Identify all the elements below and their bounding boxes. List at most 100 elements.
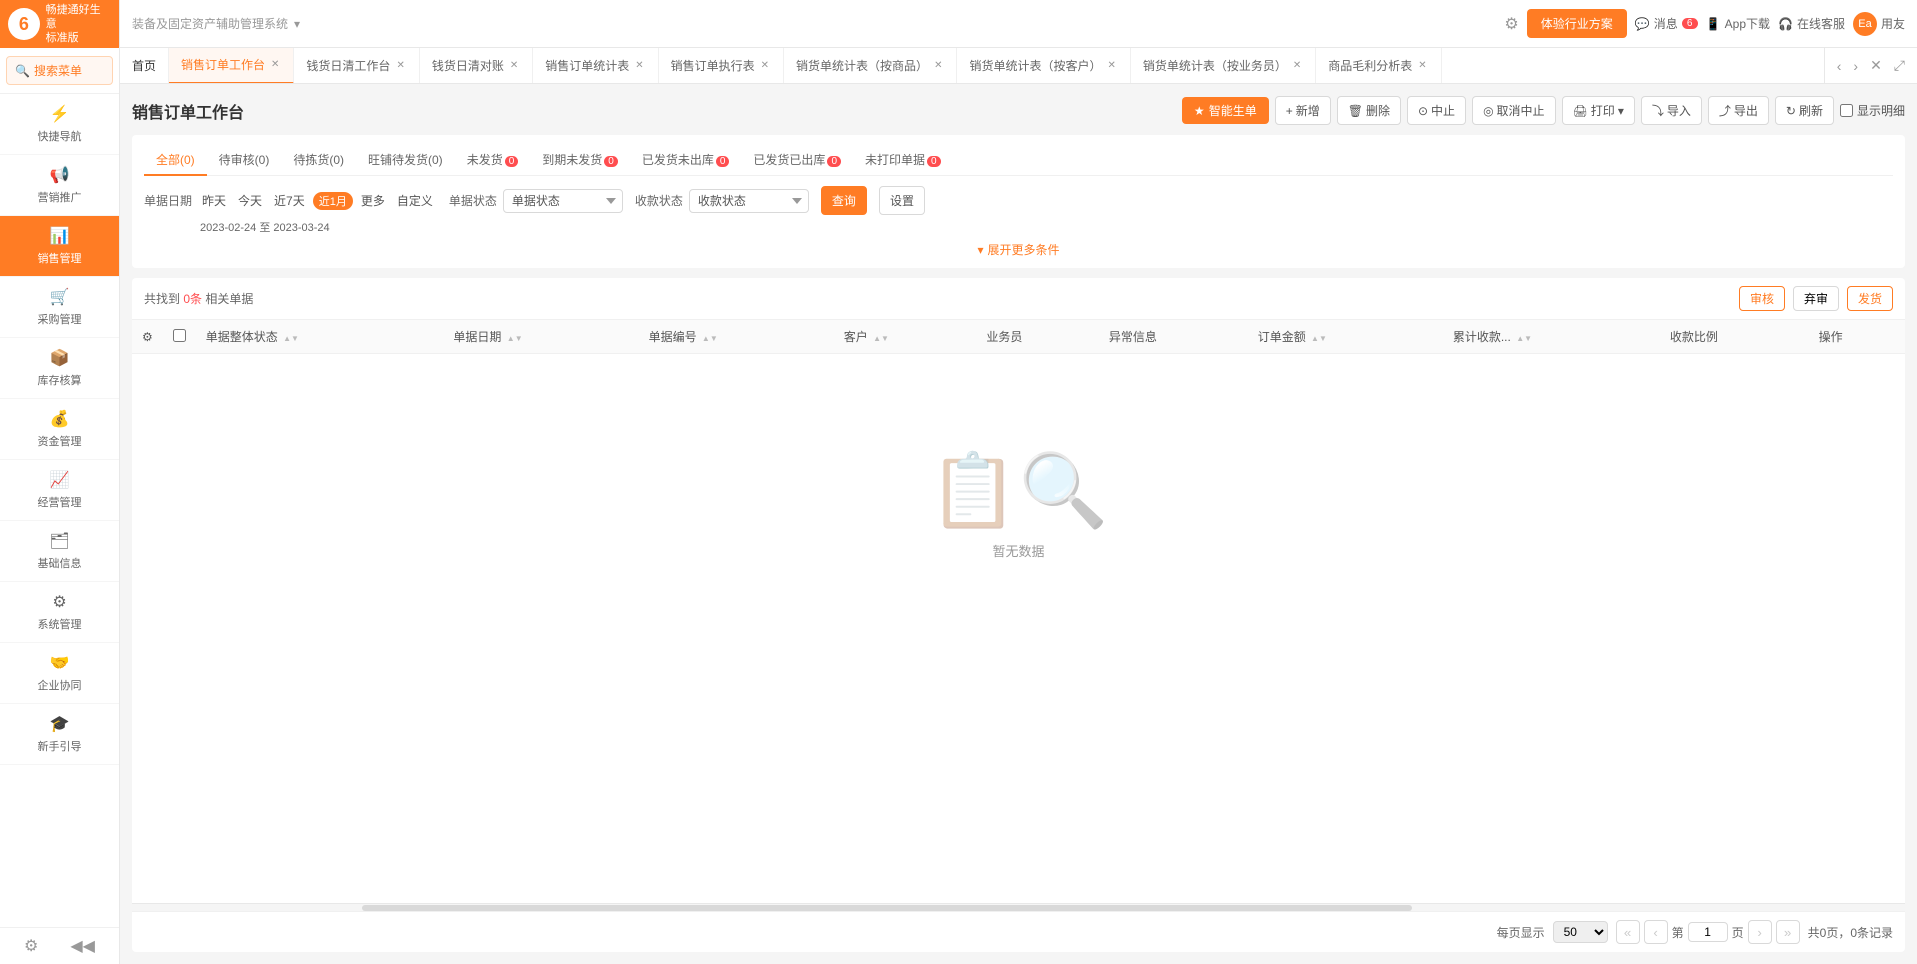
sidebar-item-operation[interactable]: 📈 经营管理	[0, 460, 119, 521]
sort-collected-icon[interactable]: ▲▼	[1516, 335, 1532, 343]
page-prev-btn[interactable]: ‹	[1644, 920, 1668, 944]
cancel-suspend-button[interactable]: ◎ 取消中止	[1472, 96, 1556, 125]
page-next-btn[interactable]: ›	[1748, 920, 1772, 944]
suspend-button[interactable]: ⊙ 中止	[1407, 96, 1466, 125]
sales-icon: 📊	[50, 226, 70, 246]
tab-sales-exec[interactable]: 销售订单执行表 ✕	[659, 48, 784, 84]
date-btn-today[interactable]: 今天	[234, 190, 266, 211]
filter-tab-overdue-ship[interactable]: 到期未发货0	[530, 145, 630, 176]
filter-tab-pending-audit[interactable]: 待审核(0)	[207, 145, 282, 176]
tab-close-cash-reconcile[interactable]: ✕	[508, 58, 520, 73]
tab-close-sales-workbench[interactable]: ✕	[269, 57, 281, 72]
sidebar-item-basic[interactable]: 🗂 基础信息	[0, 521, 119, 582]
filter-tab-not-printed[interactable]: 未打印单据0	[853, 145, 953, 176]
date-btn-7days[interactable]: 近7天	[270, 190, 309, 211]
tab-sales-summary-product[interactable]: 销货单统计表（按商品） ✕	[784, 48, 957, 84]
settings-button[interactable]: 设置	[879, 186, 925, 215]
smart-order-button[interactable]: ★ 智能生单	[1182, 97, 1269, 124]
settings-bottom-icon[interactable]: ⚙	[24, 936, 38, 956]
filter-tab-unshipped[interactable]: 未发货0	[455, 145, 531, 176]
logo-text: 畅捷通好生意 标准版	[46, 3, 111, 46]
expand-more-btn[interactable]: ▾ 展开更多条件	[144, 241, 1893, 258]
tab-close-all-icon[interactable]: ✕	[1866, 55, 1886, 76]
col-customer: 客户 ▲▼	[834, 320, 977, 354]
sort-customer-icon[interactable]: ▲▼	[873, 335, 889, 343]
filter-tab-pending-pick[interactable]: 待拣货(0)	[281, 145, 356, 176]
page-number-input[interactable]	[1688, 922, 1728, 942]
sidebar-item-purchase[interactable]: 🛒 采购管理	[0, 277, 119, 338]
industry-plan-button[interactable]: 体验行业方案	[1527, 9, 1627, 38]
page-first-btn[interactable]: «	[1616, 920, 1640, 944]
import-button[interactable]: ⤵ 导入	[1641, 96, 1702, 125]
tab-close-sales-summary-staff[interactable]: ✕	[1291, 58, 1303, 73]
sort-amount-icon[interactable]: ▲▼	[1311, 335, 1327, 343]
sidebar-item-newbie[interactable]: 🎓 新手引导	[0, 704, 119, 765]
delete-button[interactable]: 🗑 删除	[1337, 96, 1401, 125]
tab-next-icon[interactable]: ›	[1849, 56, 1862, 76]
sidebar-item-enterprise[interactable]: 🤝 企业协同	[0, 643, 119, 704]
tab-prev-icon[interactable]: ‹	[1833, 56, 1846, 76]
col-settings[interactable]: ⚙	[132, 320, 163, 354]
sidebar-item-sales[interactable]: 📊 销售管理	[0, 216, 119, 277]
tab-cash-reconcile[interactable]: 钱货日清对账 ✕	[420, 48, 533, 84]
collapse-sidebar-icon[interactable]: ◀◀	[70, 936, 95, 956]
table-toolbar: 共找到 0条 相关单据 审核 弃审 发货	[132, 278, 1905, 320]
tab-close-sales-summary-customer[interactable]: ✕	[1105, 58, 1117, 73]
tab-sales-summary-staff[interactable]: 销货单统计表（按业务员） ✕	[1131, 48, 1316, 84]
tab-close-gross-profit[interactable]: ✕	[1416, 58, 1428, 73]
date-btn-custom[interactable]: 自定义	[393, 190, 437, 211]
sort-date-icon[interactable]: ▲▼	[507, 335, 523, 343]
tab-maximize-icon[interactable]: ⤢	[1890, 55, 1909, 76]
filter-tab-shipped-out[interactable]: 已发货已出库0	[741, 145, 853, 176]
sort-number-icon[interactable]: ▲▼	[702, 335, 718, 343]
sidebar-item-quick-nav[interactable]: ⚡ 快捷导航	[0, 94, 119, 155]
sidebar-item-inventory[interactable]: 📦 库存核算	[0, 338, 119, 399]
filter-tab-all[interactable]: 全部(0)	[144, 145, 207, 176]
export-button[interactable]: ⤴ 导出	[1708, 96, 1769, 125]
app-download-action[interactable]: 📱 App下载	[1706, 15, 1770, 32]
sidebar-item-finance[interactable]: 💰 资金管理	[0, 399, 119, 460]
system-dropdown-arrow[interactable]: ▾	[294, 17, 300, 31]
online-service-action[interactable]: 🎧 在线客服	[1778, 15, 1845, 32]
print-button[interactable]: 🖨 打印 ▾	[1562, 96, 1635, 125]
page-last-btn[interactable]: »	[1776, 920, 1800, 944]
horizontal-scrollbar[interactable]	[132, 903, 1905, 911]
date-btn-more[interactable]: 更多	[357, 190, 389, 211]
tab-gross-profit[interactable]: 商品毛利分析表 ✕	[1316, 48, 1441, 84]
sidebar-item-system[interactable]: ⚙ 系统管理	[0, 582, 119, 643]
refresh-button[interactable]: ↻ 刷新	[1775, 96, 1834, 125]
sidebar-item-marketing[interactable]: 📢 营销推广	[0, 155, 119, 216]
ship-batch-button[interactable]: 发货	[1847, 286, 1893, 311]
filter-tab-wangpu-ship[interactable]: 旺铺待发货(0)	[356, 145, 455, 176]
select-all-checkbox[interactable]	[173, 329, 186, 342]
query-button[interactable]: 查询	[821, 186, 867, 215]
tab-home[interactable]: 首页	[120, 48, 169, 84]
topbar-gear-icon[interactable]: ⚙	[1504, 14, 1518, 34]
tab-sales-stats[interactable]: 销售订单统计表 ✕	[533, 48, 658, 84]
tab-close-sales-exec[interactable]: ✕	[759, 58, 771, 73]
tab-sales-workbench[interactable]: 销售订单工作台 ✕	[169, 48, 294, 84]
new-button[interactable]: + 新增	[1275, 96, 1331, 125]
col-checkbox[interactable]	[163, 320, 196, 354]
sort-status-icon[interactable]: ▲▼	[283, 335, 299, 343]
date-btn-1month[interactable]: 近1月	[313, 192, 353, 210]
tab-close-sales-stats[interactable]: ✕	[633, 58, 645, 73]
status-select[interactable]: 单据状态	[503, 189, 623, 213]
tab-sales-summary-customer[interactable]: 销货单统计表（按客户） ✕	[957, 48, 1130, 84]
payment-select[interactable]: 收款状态	[689, 189, 809, 213]
sidebar-logo: 6 畅捷通好生意 标准版	[0, 0, 119, 48]
date-btn-yesterday[interactable]: 昨天	[198, 190, 230, 211]
scrollbar-thumb[interactable]	[362, 905, 1412, 911]
tab-close-cash-daily[interactable]: ✕	[394, 58, 406, 73]
page-size-select[interactable]: 50 20 100	[1553, 921, 1608, 943]
search-menu-button[interactable]: 🔍 搜索菜单	[6, 56, 113, 85]
show-detail-checkbox[interactable]	[1840, 104, 1853, 117]
user-action[interactable]: Ea 用友	[1853, 12, 1905, 36]
tab-cash-daily[interactable]: 钱货日清工作台 ✕	[294, 48, 419, 84]
message-action[interactable]: 💬 消息 6	[1635, 15, 1698, 32]
audit-batch-button[interactable]: 审核	[1739, 286, 1785, 311]
tab-close-sales-summary-product[interactable]: ✕	[932, 58, 944, 73]
show-detail-checkbox-label[interactable]: 显示明细	[1840, 102, 1905, 119]
cancel-audit-batch-button[interactable]: 弃审	[1793, 286, 1839, 311]
filter-tab-shipped-not-out[interactable]: 已发货未出库0	[630, 145, 742, 176]
